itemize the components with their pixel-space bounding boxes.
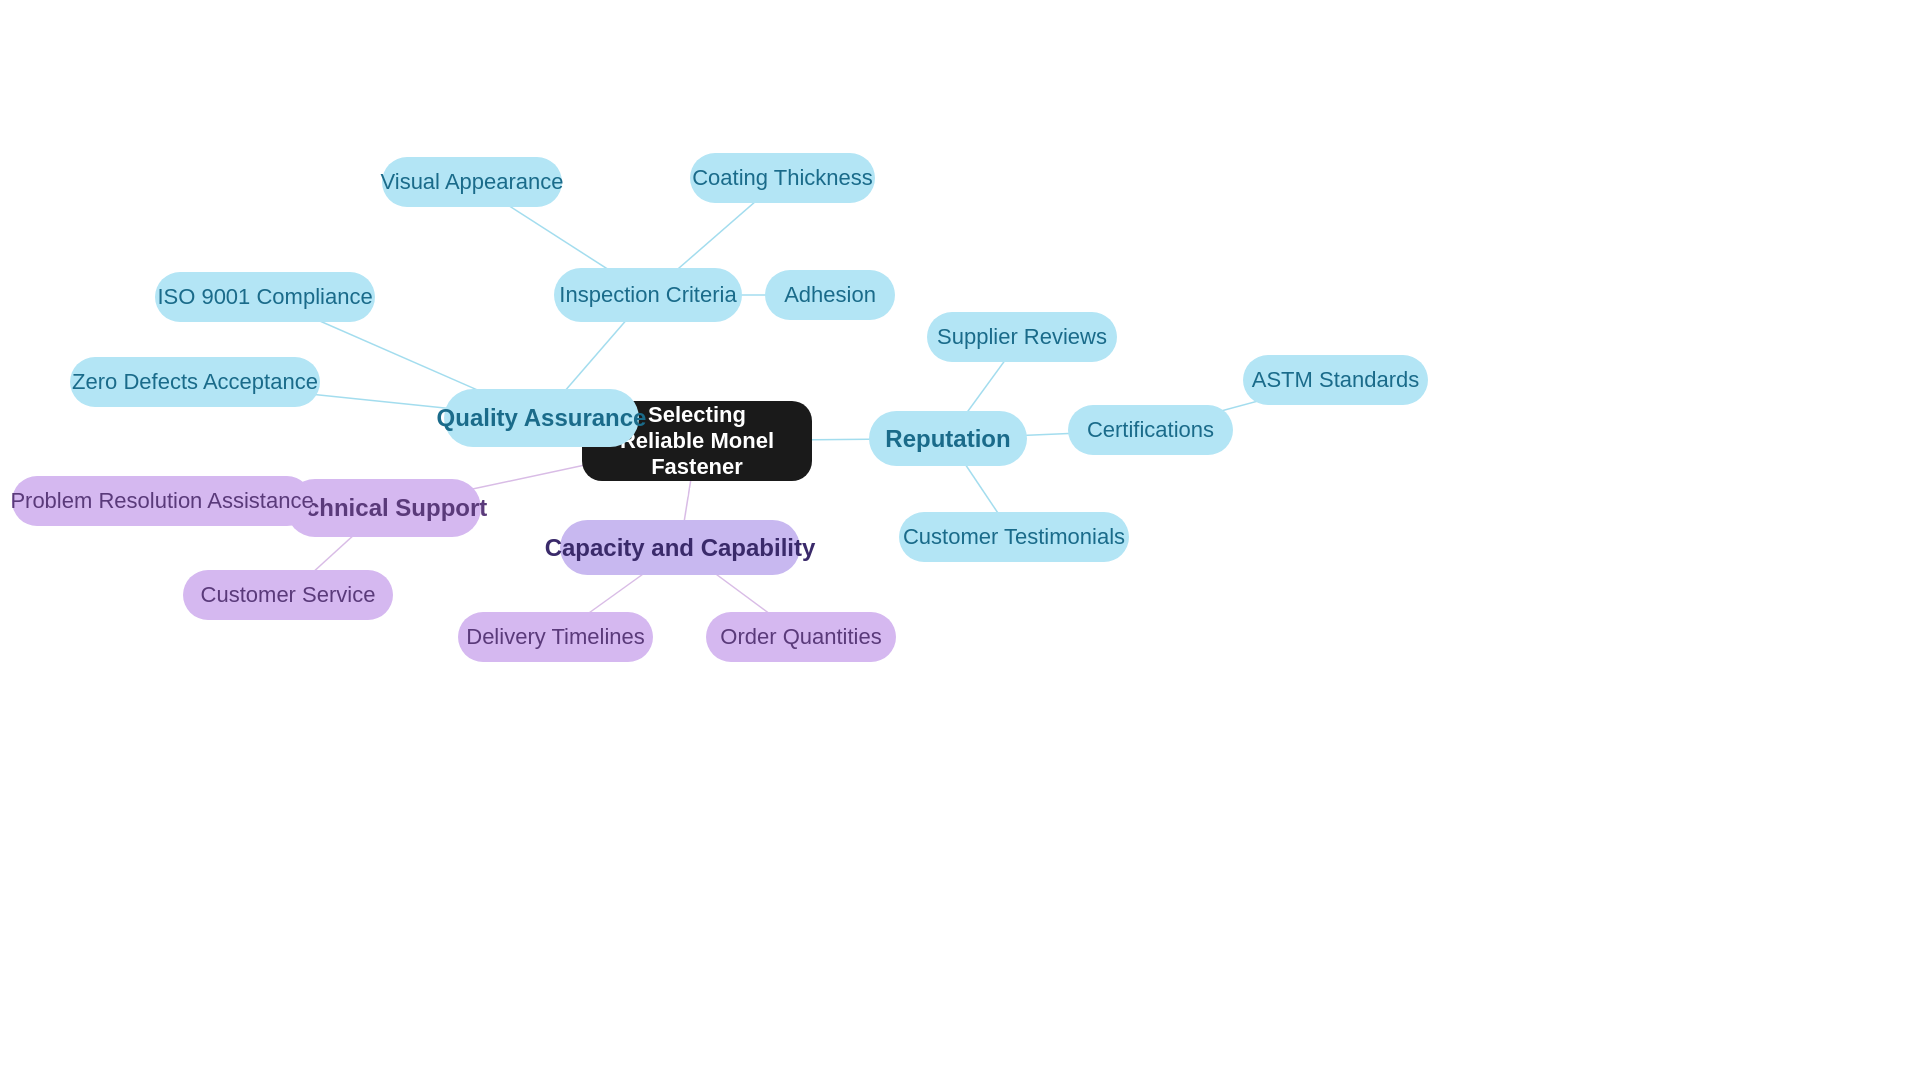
coating-thickness-label: Coating Thickness [692,165,873,191]
problem-resolution-node[interactable]: Problem Resolution Assistance [12,476,312,526]
inspection-criteria-node[interactable]: Inspection Criteria [554,268,742,322]
delivery-timelines-label: Delivery Timelines [466,624,645,650]
capacity-capability-label: Capacity and Capability [545,534,816,562]
customer-service-node[interactable]: Customer Service [183,570,393,620]
customer-service-label: Customer Service [201,582,376,608]
customer-testimonials-label: Customer Testimonials [903,524,1125,550]
center-label: Criteria for Selecting Reliable Monel Fa… [607,376,787,506]
technical-support-node[interactable]: Technical Support [286,479,481,537]
order-quantities-label: Order Quantities [720,624,881,650]
order-quantities-node[interactable]: Order Quantities [706,612,896,662]
astm-standards-label: ASTM Standards [1252,367,1420,393]
inspection-criteria-label: Inspection Criteria [559,282,736,308]
iso-compliance-node[interactable]: ISO 9001 Compliance [155,272,375,322]
certifications-node[interactable]: Certifications [1068,405,1233,455]
reputation-label: Reputation [885,425,1010,453]
coating-thickness-node[interactable]: Coating Thickness [690,153,875,203]
adhesion-node[interactable]: Adhesion [765,270,895,320]
adhesion-label: Adhesion [784,282,876,308]
visual-appearance-label: Visual Appearance [380,169,563,195]
delivery-timelines-node[interactable]: Delivery Timelines [458,612,653,662]
zero-defects-node[interactable]: Zero Defects Acceptance [70,357,320,407]
astm-standards-node[interactable]: ASTM Standards [1243,355,1428,405]
problem-resolution-label: Problem Resolution Assistance [10,488,313,514]
quality-assurance-node[interactable]: Quality Assurance [444,389,639,447]
certifications-label: Certifications [1087,417,1214,443]
zero-defects-label: Zero Defects Acceptance [72,369,318,395]
reputation-node[interactable]: Reputation [869,411,1027,466]
iso-compliance-label: ISO 9001 Compliance [157,284,372,310]
visual-appearance-node[interactable]: Visual Appearance [382,157,562,207]
supplier-reviews-label: Supplier Reviews [937,324,1107,350]
customer-testimonials-node[interactable]: Customer Testimonials [899,512,1129,562]
capacity-capability-node[interactable]: Capacity and Capability [560,520,800,575]
quality-assurance-label: Quality Assurance [437,404,647,432]
supplier-reviews-node[interactable]: Supplier Reviews [927,312,1117,362]
